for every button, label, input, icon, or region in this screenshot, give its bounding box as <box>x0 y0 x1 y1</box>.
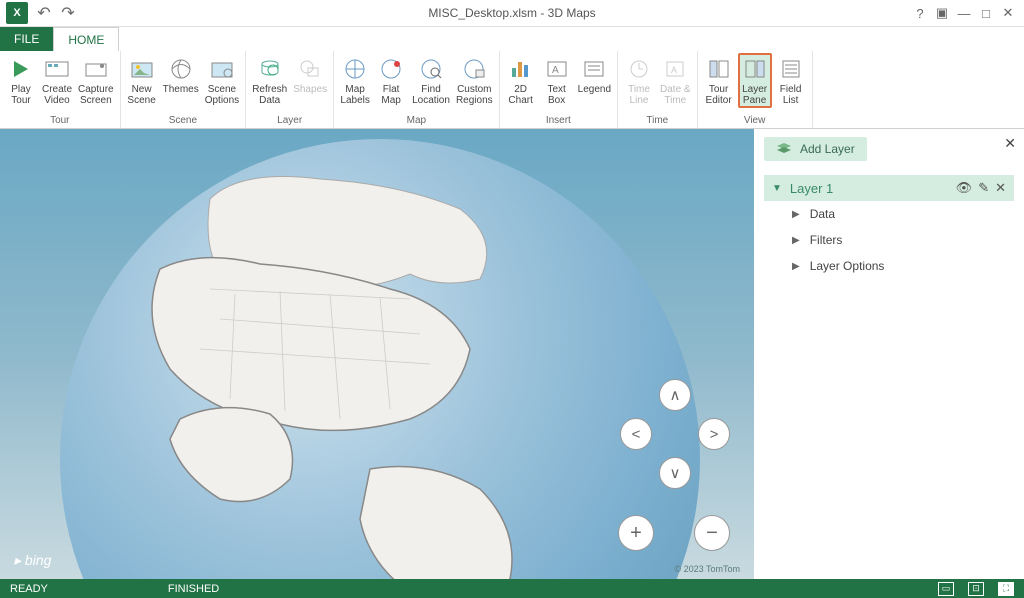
title-bar: X ↶ ↷ MISC_Desktop.xlsm - 3D Maps ? ▣ — … <box>0 0 1024 27</box>
caret-right-icon: ▶ <box>792 209 800 220</box>
time-line-button: Time Line <box>622 53 656 106</box>
section-layer-options[interactable]: ▶Layer Options <box>764 253 1014 279</box>
zoom-out-button[interactable]: − <box>694 515 730 551</box>
rotate-left-button[interactable]: < <box>620 418 652 450</box>
layer-pane-button[interactable]: Layer Pane <box>738 53 772 108</box>
themes-button[interactable]: Themes <box>161 53 201 95</box>
svg-text:A: A <box>552 65 559 76</box>
group-layer: Refresh Data Shapes Layer <box>246 51 334 128</box>
group-layer-label: Layer <box>277 114 302 128</box>
map-labels-button[interactable]: Map Labels <box>338 53 372 106</box>
minimize-button[interactable]: — <box>954 3 974 23</box>
flat-map-button[interactable]: Flat Map <box>374 53 408 106</box>
continents <box>60 139 700 579</box>
group-time-label: Time <box>646 114 668 128</box>
pane-close-button[interactable]: ✕ <box>1004 135 1016 152</box>
group-map-label: Map <box>407 114 426 128</box>
bing-logo: ▸ bing <box>14 552 51 569</box>
date-time-button: ADate & Time <box>658 53 693 106</box>
nav-pad: ∧ < > ∨ <box>620 379 730 489</box>
tab-home[interactable]: HOME <box>53 27 119 51</box>
create-video-button[interactable]: Create Video <box>40 53 74 106</box>
status-icon-2[interactable]: ⊡ <box>968 582 984 596</box>
caret-right-icon: ▶ <box>792 235 800 246</box>
excel-icon: X <box>6 2 28 24</box>
collapse-icon: ▼ <box>772 183 782 194</box>
window-title: MISC_Desktop.xlsm - 3D Maps <box>428 6 595 20</box>
tab-file[interactable]: FILE <box>0 27 53 51</box>
find-location-button[interactable]: Find Location <box>410 53 452 106</box>
layers-icon <box>776 142 792 156</box>
status-icon-1[interactable]: ▭ <box>938 582 954 596</box>
field-list-button[interactable]: Field List <box>774 53 808 106</box>
shapes-button[interactable]: Shapes <box>291 53 329 95</box>
add-layer-button[interactable]: Add Layer <box>764 137 867 161</box>
capture-screen-button[interactable]: Capture Screen <box>76 53 116 106</box>
caret-right-icon: ▶ <box>792 261 800 272</box>
zoom-controls: + − <box>618 515 730 551</box>
help-button[interactable]: ? <box>910 3 930 23</box>
delete-layer-icon[interactable]: ✕ <box>995 180 1006 196</box>
tour-editor-button[interactable]: Tour Editor <box>702 53 736 106</box>
rename-icon[interactable]: ✎ <box>978 180 989 196</box>
rotate-right-button[interactable]: > <box>698 418 730 450</box>
visibility-icon[interactable]: 👁 <box>956 180 973 196</box>
undo-button[interactable]: ↶ <box>32 1 56 25</box>
status-icon-3[interactable]: ⛶ <box>998 582 1014 596</box>
zoom-in-button[interactable]: + <box>618 515 654 551</box>
layer-pane: ✕ Add Layer ▼ Layer 1 👁 ✎ ✕ ▶Data ▶Filte… <box>754 129 1024 579</box>
layer-1-row[interactable]: ▼ Layer 1 👁 ✎ ✕ <box>764 175 1014 201</box>
map-canvas[interactable]: ∧ < > ∨ + − ▸ bing © 2023 TomTom <box>0 129 754 579</box>
tab-row: FILE HOME <box>0 27 1024 51</box>
group-tour-label: Tour <box>50 114 69 128</box>
group-tour: Play Tour Create Video Capture Screen To… <box>0 51 121 128</box>
main-area: ∧ < > ∨ + − ▸ bing © 2023 TomTom ✕ Add L… <box>0 129 1024 579</box>
group-insert: 2D Chart AText Box Legend Insert <box>500 51 618 128</box>
2d-chart-button[interactable]: 2D Chart <box>504 53 538 106</box>
scene-options-button[interactable]: Scene Options <box>203 53 241 106</box>
close-button[interactable]: ✕ <box>998 3 1018 23</box>
globe <box>60 139 700 579</box>
map-copyright: © 2023 TomTom <box>675 564 741 574</box>
group-insert-label: Insert <box>546 114 571 128</box>
group-scene: New Scene Themes Scene Options Scene <box>121 51 247 128</box>
group-map: Map Labels Flat Map Find Location Custom… <box>334 51 500 128</box>
text-box-button[interactable]: AText Box <box>540 53 574 106</box>
play-tour-button[interactable]: Play Tour <box>4 53 38 106</box>
tilt-down-button[interactable]: ∨ <box>659 457 691 489</box>
status-ready: READY <box>10 583 48 595</box>
new-scene-button[interactable]: New Scene <box>125 53 159 106</box>
group-scene-label: Scene <box>169 114 197 128</box>
custom-regions-button[interactable]: Custom Regions <box>454 53 495 106</box>
section-data[interactable]: ▶Data <box>764 201 1014 227</box>
status-bar: READY FINISHED ▭ ⊡ ⛶ <box>0 579 1024 598</box>
group-view-label: View <box>744 114 766 128</box>
maximize-button[interactable]: □ <box>976 3 996 23</box>
status-finished: FINISHED <box>168 583 219 595</box>
svg-text:A: A <box>671 65 677 75</box>
refresh-data-button[interactable]: Refresh Data <box>250 53 289 106</box>
tilt-up-button[interactable]: ∧ <box>659 379 691 411</box>
redo-button[interactable]: ↷ <box>56 1 80 25</box>
ribbon: Play Tour Create Video Capture Screen To… <box>0 51 1024 129</box>
section-filters[interactable]: ▶Filters <box>764 227 1014 253</box>
legend-button[interactable]: Legend <box>576 53 613 95</box>
ribbon-options-button[interactable]: ▣ <box>932 3 952 23</box>
group-time: Time Line ADate & Time Time <box>618 51 698 128</box>
group-view: Tour Editor Layer Pane Field List View <box>698 51 813 128</box>
